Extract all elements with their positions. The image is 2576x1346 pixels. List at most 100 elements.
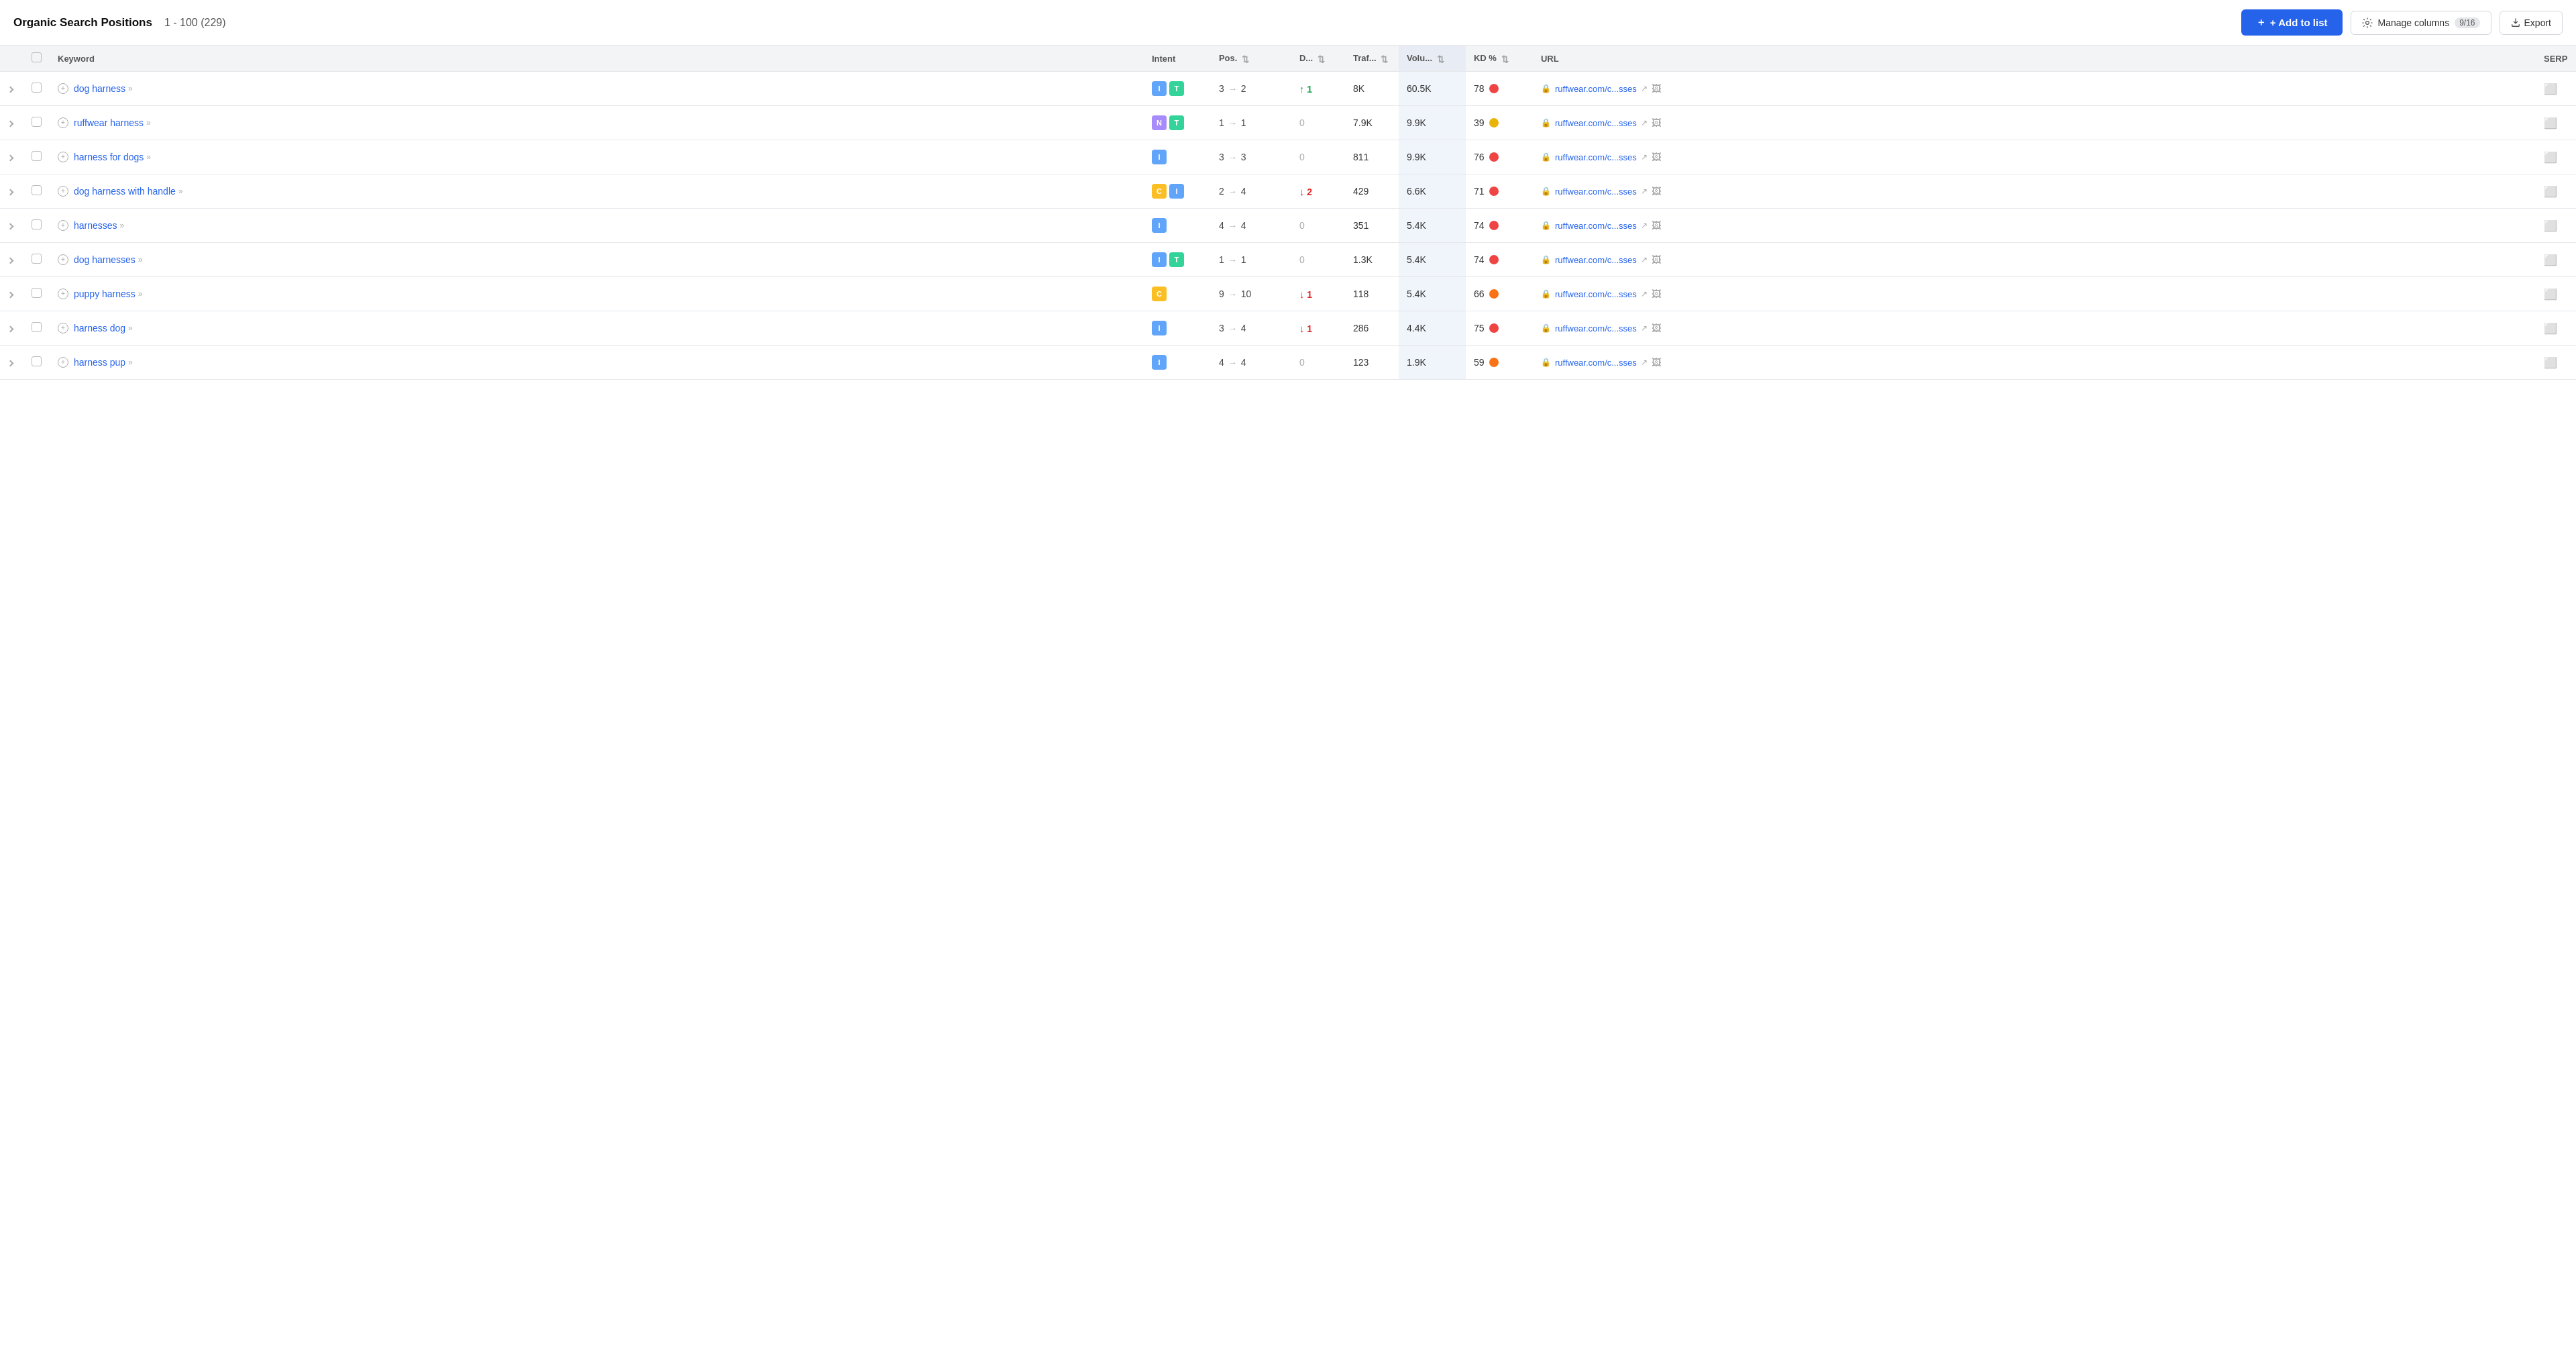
serp-preview-icon[interactable]: 🖼 (1652, 357, 1661, 368)
url-link[interactable]: ruffwear.com/c...sses (1555, 118, 1637, 128)
volu-sort-icon: ⇅ (1437, 54, 1446, 64)
expand-cell[interactable] (0, 106, 23, 140)
keyword-link[interactable]: harness for dogs » (74, 152, 151, 162)
expand-cell[interactable] (0, 72, 23, 106)
add-keyword-icon[interactable] (58, 186, 68, 197)
table-row: harness pup » I 4 → 4 01231.9K 59 🔒 ruff… (0, 346, 2576, 380)
url-link[interactable]: ruffwear.com/c...sses (1555, 187, 1637, 197)
url-link[interactable]: ruffwear.com/c...sses (1555, 84, 1637, 94)
url-link[interactable]: ruffwear.com/c...sses (1555, 255, 1637, 265)
serp-icon[interactable]: ⬜ (2544, 254, 2557, 266)
serp-preview-icon[interactable]: 🖼 (1652, 152, 1661, 162)
serp-icon[interactable]: ⬜ (2544, 152, 2557, 163)
serp-icon[interactable]: ⬜ (2544, 220, 2557, 231)
add-keyword-icon[interactable] (58, 357, 68, 368)
external-link-icon[interactable]: ↗ (1641, 358, 1648, 367)
row-checkbox[interactable] (32, 288, 42, 298)
serp-preview-icon[interactable]: 🖼 (1652, 289, 1661, 299)
serp-preview-icon[interactable]: 🖼 (1652, 220, 1661, 231)
serp-preview-icon[interactable]: 🖼 (1652, 186, 1661, 197)
keyword-link[interactable]: harness dog » (74, 323, 133, 333)
expand-cell[interactable] (0, 174, 23, 209)
serp-preview-icon[interactable]: 🖼 (1652, 323, 1661, 333)
external-link-icon[interactable]: ↗ (1641, 187, 1648, 196)
row-checkbox[interactable] (32, 151, 42, 161)
double-arrow-icon: » (128, 358, 133, 367)
serp-icon[interactable]: ⬜ (2544, 323, 2557, 334)
add-keyword-icon[interactable] (58, 117, 68, 128)
intent-badge-n: N (1152, 115, 1167, 130)
external-link-icon[interactable]: ↗ (1641, 118, 1648, 127)
diff-down: ↓ 2 (1299, 187, 1312, 197)
add-keyword-icon[interactable] (58, 323, 68, 333)
external-link-icon[interactable]: ↗ (1641, 255, 1648, 264)
th-pos[interactable]: Pos. ⇅ (1211, 46, 1291, 72)
intent-badge-i: I (1152, 252, 1167, 267)
pos-arrow-icon: → (1228, 118, 1237, 128)
url-link[interactable]: ruffwear.com/c...sses (1555, 323, 1637, 333)
gear-icon (2362, 17, 2373, 28)
external-link-icon[interactable]: ↗ (1641, 289, 1648, 299)
expand-cell[interactable] (0, 311, 23, 346)
row-checkbox[interactable] (32, 356, 42, 366)
table-row: puppy harness » C 9 → 10 ↓ 11185.4K 66 🔒… (0, 277, 2576, 311)
keyword-link[interactable]: dog harnesses » (74, 254, 143, 265)
th-diff[interactable]: D... ⇅ (1291, 46, 1345, 72)
add-keyword-icon[interactable] (58, 152, 68, 162)
select-all-checkbox[interactable] (32, 52, 42, 62)
expand-cell[interactable] (0, 140, 23, 174)
add-to-list-button[interactable]: ＋ + Add to list (2241, 9, 2343, 36)
expand-icon (7, 189, 14, 196)
add-keyword-icon[interactable] (58, 289, 68, 299)
th-traf[interactable]: Traf... ⇅ (1345, 46, 1399, 72)
external-link-icon[interactable]: ↗ (1641, 221, 1648, 230)
row-checkbox[interactable] (32, 83, 42, 93)
add-keyword-icon[interactable] (58, 83, 68, 94)
keyword-link[interactable]: dog harness with handle » (74, 186, 182, 197)
serp-cell: ⬜ (2536, 243, 2576, 277)
serp-preview-icon[interactable]: 🖼 (1652, 117, 1661, 128)
row-checkbox[interactable] (32, 219, 42, 229)
serp-preview-icon[interactable]: 🖼 (1652, 254, 1661, 265)
add-keyword-icon[interactable] (58, 254, 68, 265)
url-link[interactable]: ruffwear.com/c...sses (1555, 221, 1637, 231)
lock-icon: 🔒 (1541, 358, 1551, 367)
serp-cell: ⬜ (2536, 72, 2576, 106)
expand-icon (7, 121, 14, 127)
expand-cell[interactable] (0, 243, 23, 277)
url-link[interactable]: ruffwear.com/c...sses (1555, 289, 1637, 299)
intent-badge-i: I (1152, 150, 1167, 164)
keyword-link[interactable]: dog harness » (74, 83, 133, 94)
serp-icon[interactable]: ⬜ (2544, 117, 2557, 129)
keyword-link[interactable]: harnesses » (74, 220, 124, 231)
serp-preview-icon[interactable]: 🖼 (1652, 83, 1661, 94)
expand-cell[interactable] (0, 209, 23, 243)
volume-cell: 6.6K (1399, 174, 1466, 209)
th-volu[interactable]: Volu... ⇅ (1399, 46, 1466, 72)
url-link[interactable]: ruffwear.com/c...sses (1555, 358, 1637, 368)
row-checkbox[interactable] (32, 185, 42, 195)
url-cell: 🔒 ruffwear.com/c...sses ↗ 🖼 (1533, 277, 2536, 311)
external-link-icon[interactable]: ↗ (1641, 323, 1648, 333)
serp-icon[interactable]: ⬜ (2544, 357, 2557, 368)
external-link-icon[interactable]: ↗ (1641, 152, 1648, 162)
expand-cell[interactable] (0, 346, 23, 380)
url-link[interactable]: ruffwear.com/c...sses (1555, 152, 1637, 162)
expand-cell[interactable] (0, 277, 23, 311)
export-button[interactable]: Export (2500, 11, 2563, 35)
add-keyword-icon[interactable] (58, 220, 68, 231)
keyword-link[interactable]: harness pup » (74, 357, 133, 368)
row-checkbox[interactable] (32, 254, 42, 264)
serp-icon[interactable]: ⬜ (2544, 186, 2557, 197)
pos-arrow-icon: → (1228, 323, 1237, 333)
serp-icon[interactable]: ⬜ (2544, 289, 2557, 300)
row-checkbox[interactable] (32, 322, 42, 332)
keyword-link[interactable]: puppy harness » (74, 289, 143, 299)
keyword-link[interactable]: ruffwear harness » (74, 117, 151, 128)
external-link-icon[interactable]: ↗ (1641, 84, 1648, 93)
manage-columns-button[interactable]: Manage columns 9/16 (2351, 11, 2491, 35)
table-row: ruffwear harness » NT 1 → 1 07.9K9.9K 39… (0, 106, 2576, 140)
th-kd[interactable]: KD % ⇅ (1466, 46, 1533, 72)
row-checkbox[interactable] (32, 117, 42, 127)
serp-icon[interactable]: ⬜ (2544, 83, 2557, 95)
